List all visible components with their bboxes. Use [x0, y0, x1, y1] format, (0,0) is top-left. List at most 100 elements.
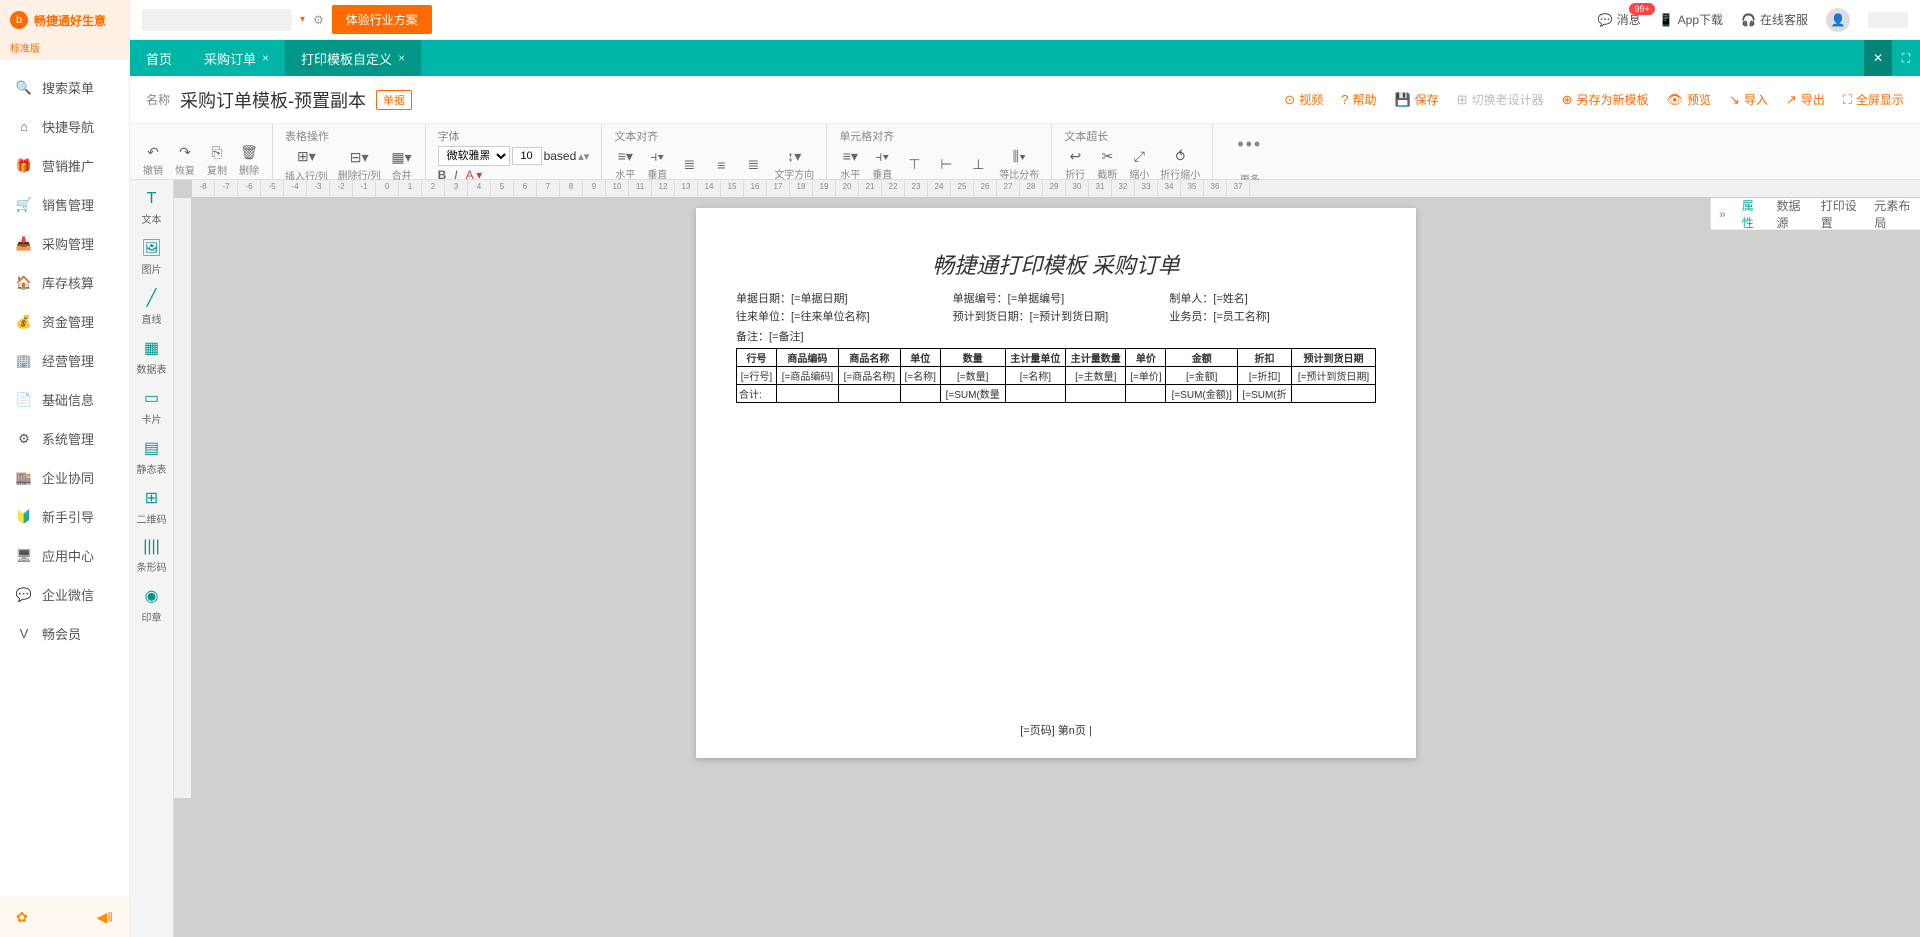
cell-valign-button[interactable]: ⫞▾垂直	[867, 146, 897, 183]
tab-2[interactable]: 打印模板自定义×	[285, 40, 421, 76]
sum-cell[interactable]	[1005, 385, 1065, 403]
table-header[interactable]: 行号	[737, 349, 777, 367]
nav-item-0[interactable]: 🔍搜索菜单	[0, 68, 129, 107]
merge-button[interactable]: ▦▾合并	[387, 147, 417, 184]
sum-cell[interactable]: [=SUM(数量	[940, 385, 1005, 403]
message-link[interactable]: 💬 消息 99+	[1598, 11, 1641, 28]
chevron-down-icon[interactable]: ▾	[300, 14, 305, 25]
nav-item-11[interactable]: 🔰新手引导	[0, 497, 129, 536]
sum-cell[interactable]: [=SUM(金额)]	[1166, 385, 1238, 403]
info-field[interactable]: 制单人：[=姓名]	[1169, 290, 1376, 306]
cell-halign-button[interactable]: ≡▾水平	[835, 146, 865, 183]
nav-item-7[interactable]: 🏢经营管理	[0, 341, 129, 380]
app-download-link[interactable]: 📱 App下载	[1659, 11, 1723, 28]
fullscreen-action[interactable]: ⛶全屏显示	[1843, 91, 1904, 108]
template-page[interactable]: 畅捷通打印模板 采购订单 单据日期：[=单据日期]单据编号：[=单据编号]制单人…	[696, 208, 1416, 758]
nav-item-9[interactable]: ⚙系统管理	[0, 419, 129, 458]
table-header[interactable]: 商品名称	[838, 349, 900, 367]
palette-7[interactable]: ||||条形码	[130, 532, 173, 580]
info-field[interactable]: 往来单位：[=往来单位名称]	[736, 308, 943, 324]
palette-8[interactable]: ◉印章	[130, 580, 173, 630]
palette-1[interactable]: 🖼图片	[130, 232, 173, 282]
table-header[interactable]: 折扣	[1238, 349, 1292, 367]
align-right-icon[interactable]: ≣	[738, 155, 768, 175]
sum-cell[interactable]	[838, 385, 900, 403]
halign-button[interactable]: ≡▾水平	[610, 146, 640, 183]
sum-cell[interactable]	[1292, 385, 1376, 403]
cell-bottom-icon[interactable]: ⊥	[963, 155, 993, 175]
import-action[interactable]: ↘导入	[1729, 91, 1768, 108]
close-all-tabs-button[interactable]: ✕	[1864, 40, 1892, 76]
palette-6[interactable]: ⊞二维码	[130, 482, 173, 532]
table-header[interactable]: 主计量单位	[1005, 349, 1065, 367]
delete-button[interactable]: 🗑删除	[234, 142, 264, 179]
video-action[interactable]: ⊙视频	[1284, 91, 1323, 108]
table-header[interactable]: 单价	[1126, 349, 1166, 367]
nav-item-5[interactable]: 🏠库存核算	[0, 263, 129, 302]
tab-1[interactable]: 采购订单×	[188, 40, 285, 76]
preview-action[interactable]: 👁预览	[1667, 91, 1712, 108]
info-field[interactable]: 单据编号：[=单据编号]	[953, 290, 1160, 306]
info-field[interactable]: 业务员：[=员工名称]	[1169, 308, 1376, 324]
table-cell[interactable]: [=名称]	[900, 367, 940, 385]
table-cell[interactable]: [=主数量]	[1066, 367, 1126, 385]
fullscreen-toggle-button[interactable]: ⛶	[1892, 40, 1920, 76]
table-header[interactable]: 数量	[940, 349, 1005, 367]
cell-middle-icon[interactable]: ⊢	[931, 155, 961, 175]
palette-3[interactable]: ▦数据表	[130, 332, 173, 382]
expand-panel-icon[interactable]: »	[1711, 207, 1734, 221]
try-industry-button[interactable]: 体验行业方案	[332, 5, 432, 34]
table-header[interactable]: 预计到货日期	[1292, 349, 1376, 367]
wrap-shrink-button[interactable]: ⥀折行缩小	[1156, 146, 1204, 183]
more-button[interactable]: ••• 更多	[1213, 124, 1286, 179]
align-center-icon[interactable]: ≡	[706, 155, 736, 175]
tab-close-icon[interactable]: ×	[398, 51, 405, 65]
nav-item-12[interactable]: 🖥应用中心	[0, 536, 129, 575]
sum-cell[interactable]: 合计:	[737, 385, 777, 403]
collapse-icon[interactable]: ◀‖	[96, 909, 113, 926]
copy-button[interactable]: ⎘复制	[202, 142, 232, 179]
remark-field[interactable]: 备注：[=备注]	[736, 328, 1376, 344]
sum-cell[interactable]	[900, 385, 940, 403]
text-direction-button[interactable]: ↕▾文字方向	[770, 146, 818, 183]
cut-button[interactable]: ✂截断	[1092, 146, 1122, 183]
right-tab-print-settings[interactable]: 打印设置	[1813, 197, 1867, 231]
table-header[interactable]: 商品编码	[776, 349, 838, 367]
table-header[interactable]: 金额	[1166, 349, 1238, 367]
redo-button[interactable]: ↷恢复	[170, 142, 200, 179]
nav-item-10[interactable]: 🏬企业协同	[0, 458, 129, 497]
sum-cell[interactable]	[1126, 385, 1166, 403]
wrap-button[interactable]: ↩折行	[1060, 146, 1090, 183]
nav-item-8[interactable]: 📄基础信息	[0, 380, 129, 419]
info-field[interactable]: 预计到货日期：[=预计到货日期]	[953, 308, 1160, 324]
cell-top-icon[interactable]: ⊤	[899, 155, 929, 175]
sum-cell[interactable]	[1066, 385, 1126, 403]
online-service-link[interactable]: 🎧 在线客服	[1741, 11, 1808, 28]
font-size-stepper[interactable]: ▴▾	[578, 150, 589, 163]
nav-item-6[interactable]: 💰资金管理	[0, 302, 129, 341]
delete-rowcol-button[interactable]: ⊟▾删除行/列	[334, 147, 385, 184]
table-header[interactable]: 主计量数量	[1066, 349, 1126, 367]
table-cell[interactable]: [=行号]	[737, 367, 777, 385]
detail-table[interactable]: 行号商品编码商品名称单位数量主计量单位主计量数量单价金额折扣预计到货日期 [=行…	[736, 348, 1376, 403]
settings-icon[interactable]: ✿	[16, 909, 28, 926]
page-title[interactable]: 畅捷通打印模板 采购订单	[736, 248, 1376, 280]
export-action[interactable]: ↗导出	[1786, 91, 1825, 108]
save-as-new-action[interactable]: ⊕另存为新模板	[1562, 91, 1649, 108]
right-tab-datasource[interactable]: 数据源	[1769, 197, 1813, 231]
font-family-select[interactable]: 微软雅黑	[438, 146, 510, 166]
right-tab-properties[interactable]: 属性	[1734, 197, 1769, 231]
palette-2[interactable]: ╱直线	[130, 282, 173, 332]
tab-0[interactable]: 首页	[130, 40, 188, 76]
gear-icon[interactable]: ⚙	[313, 13, 324, 27]
valign-button[interactable]: ⫞▾垂直	[642, 146, 672, 183]
switch-designer-action[interactable]: ⊞切换老设计器	[1457, 91, 1544, 108]
table-header[interactable]: 单位	[900, 349, 940, 367]
shrink-button[interactable]: ⤢缩小	[1124, 146, 1154, 183]
align-left-icon[interactable]: ≣	[674, 155, 704, 175]
sum-cell[interactable]: [=SUM(折	[1238, 385, 1292, 403]
nav-item-2[interactable]: 🎁营销推广	[0, 146, 129, 185]
undo-button[interactable]: ↶撤销	[138, 142, 168, 179]
tab-close-icon[interactable]: ×	[262, 51, 269, 65]
palette-4[interactable]: ▭卡片	[130, 382, 173, 432]
